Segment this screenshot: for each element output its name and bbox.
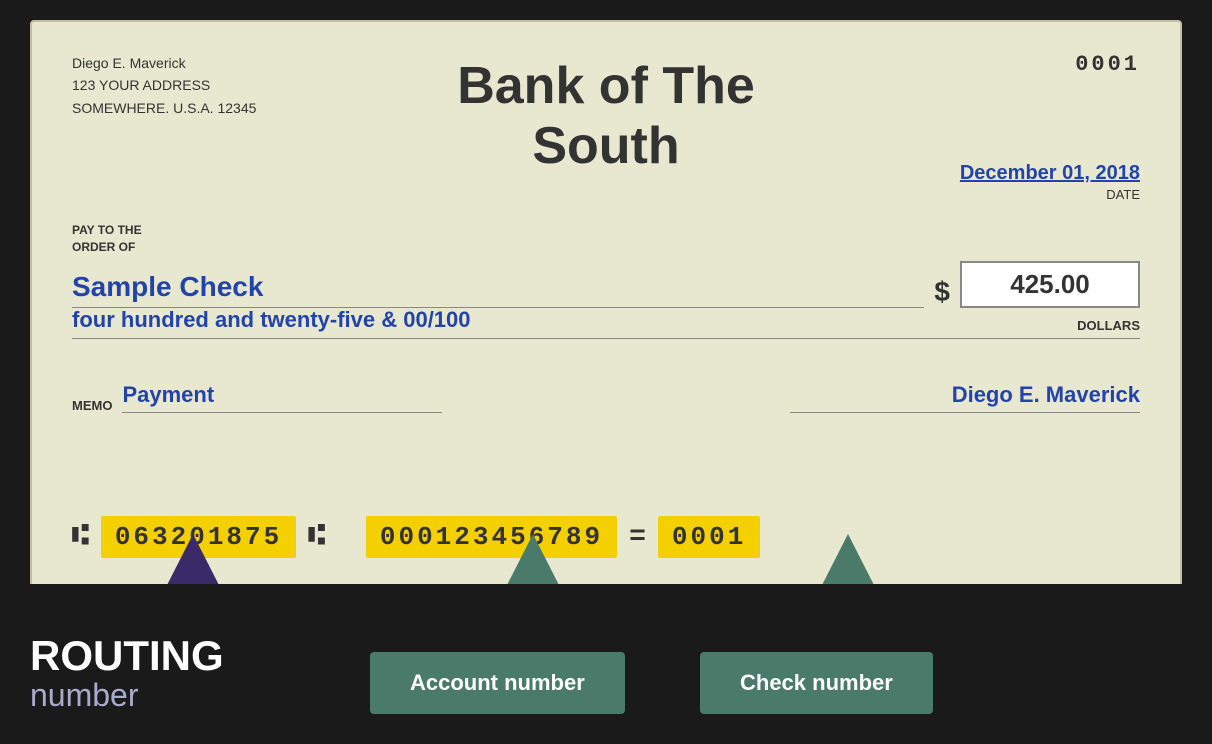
bank-name: Bank of The South [32,57,1180,177]
micr-space1 [337,522,354,553]
written-amount-section: four hundred and twenty-five & 00/100 DO… [72,307,1140,339]
account-arrow [505,534,561,589]
memo-value: Payment [122,382,442,413]
routing-sub: number [30,677,230,714]
check-paper: 0001 Diego E. Maverick 123 YOUR ADDRESS … [30,20,1182,590]
check-number-label: Check number [700,652,933,714]
micr-close-routing: ⑆ [308,522,325,553]
date-label: DATE [960,187,1140,202]
micr-line: ⑆ 063201875 ⑆ 000123456789 = 0001 [72,516,1140,558]
account-number-label: Account number [370,652,625,714]
micr-equals: = [629,522,646,553]
account-number-highlight: 000123456789 [366,516,617,558]
bottom-bar: ROUTING number Account number Check numb… [0,584,1212,744]
payee-name: Sample Check [72,271,924,308]
routing-label: ROUTING number [30,635,230,714]
signature-line: Diego E. Maverick [790,382,1140,413]
routing-title: ROUTING [30,635,230,677]
check-number-highlight: 0001 [658,516,760,558]
routing-arrow [165,534,221,589]
pay-to-label: PAY TO THE ORDER OF [72,222,1140,256]
dollar-sign: $ [934,276,950,308]
date-value: December 01, 2018 [960,162,1140,185]
dollars-label: DOLLARS [1077,318,1140,333]
amount-box: 425.00 [960,261,1140,308]
written-amount: four hundred and twenty-five & 00/100 [72,307,471,333]
check-arrow [820,534,876,589]
micr-open-routing: ⑆ [72,522,89,553]
memo-label: MEMO [72,398,112,413]
date-section: December 01, 2018 DATE [960,162,1140,202]
memo-section: MEMO Payment Diego E. Maverick [72,382,1140,413]
pay-to-section: PAY TO THE ORDER OF Sample Check $ 425.0… [72,222,1140,308]
